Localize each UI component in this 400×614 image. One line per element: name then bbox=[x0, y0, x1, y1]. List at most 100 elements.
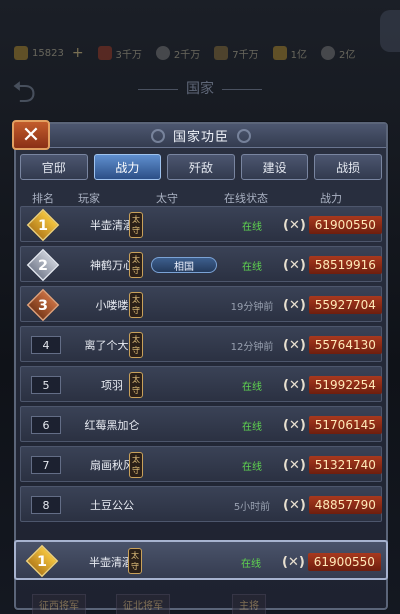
column-player: 玩家 bbox=[78, 192, 100, 205]
column-status: 在线状态 bbox=[224, 192, 268, 205]
resource-coin: 2千万 bbox=[155, 46, 200, 61]
online-status: 19分钟前 bbox=[230, 302, 274, 313]
power-number: 61900550 bbox=[308, 216, 382, 234]
resource-horse: 1亿 bbox=[272, 46, 307, 61]
resource-bar: 15823 + 3千万 2千万 7千万 1亿 2亿 bbox=[0, 40, 400, 66]
table-row[interactable]: 6 红莓黑加仑 在线 (✕) 51706145 bbox=[20, 406, 382, 442]
online-status: 在线 bbox=[242, 462, 262, 473]
rank-number: 5 bbox=[31, 376, 61, 394]
crossed-swords-icon: (✕) bbox=[283, 257, 306, 273]
power-value: (✕) 55927704 bbox=[283, 293, 382, 317]
player-name[interactable]: 红莓黑加仑 bbox=[71, 417, 153, 433]
power-value: (✕) 61900550 bbox=[282, 550, 382, 574]
taishou-badge: 太守 bbox=[129, 252, 143, 278]
taishou-badge: 太守 bbox=[129, 452, 143, 478]
crossed-swords-icon: (✕) bbox=[282, 554, 305, 570]
stone-icon bbox=[321, 46, 336, 60]
page-title: 国家 bbox=[0, 78, 400, 98]
bottom-button[interactable]: 主将 bbox=[232, 594, 266, 614]
player-name[interactable]: 土豆公公 bbox=[71, 497, 153, 513]
resource-stone: 2亿 bbox=[321, 46, 355, 61]
online-status: 在线 bbox=[241, 559, 261, 570]
power-value: (✕) 55764130 bbox=[283, 333, 382, 357]
taishou-badge: 太守 bbox=[128, 548, 142, 574]
tab-power[interactable]: 战力 bbox=[93, 154, 162, 180]
bottom-button[interactable]: 征西将军 bbox=[32, 594, 86, 614]
crossed-swords-icon: (✕) bbox=[283, 417, 306, 433]
power-number: 51706145 bbox=[308, 416, 382, 434]
tab-bar: 官邸 战力 歼敌 建设 战损 bbox=[20, 154, 382, 180]
table-row[interactable]: 5 项羽 太守 在线 (✕) 51992254 bbox=[20, 366, 382, 402]
close-button[interactable]: ✕ bbox=[12, 120, 50, 150]
crossed-swords-icon: (✕) bbox=[283, 457, 306, 473]
table-row[interactable]: 2 神鹤万心 太守 相国 在线 (✕) 58519916 bbox=[20, 246, 382, 282]
power-value: (✕) 51321740 bbox=[283, 453, 382, 477]
power-number: 58519916 bbox=[308, 256, 382, 274]
rank-badge-silver: 2 bbox=[26, 248, 60, 282]
add-resource-icon[interactable]: + bbox=[72, 45, 84, 61]
crossed-swords-icon: (✕) bbox=[283, 297, 306, 313]
online-status: 在线 bbox=[242, 422, 262, 433]
power-number: 55927704 bbox=[308, 296, 382, 314]
resource-wood: 7千万 bbox=[214, 46, 259, 61]
my-ranking-row: 1 半壶清酒 太守 在线 (✕) 61900550 bbox=[14, 540, 388, 580]
power-number: 51992254 bbox=[308, 376, 382, 394]
rank-badge-gold: 1 bbox=[26, 208, 60, 242]
power-value: (✕) 48857790 bbox=[283, 493, 382, 517]
table-row[interactable]: 1 半壶清酒 太守 在线 (✕) 61900550 bbox=[20, 206, 382, 242]
food-icon bbox=[14, 46, 28, 60]
crossed-swords-icon: (✕) bbox=[283, 377, 306, 393]
tab-residence[interactable]: 官邸 bbox=[20, 154, 88, 180]
online-status: 5小时前 bbox=[233, 502, 271, 513]
power-value: (✕) 51706145 bbox=[283, 413, 382, 437]
taishou-badge: 太守 bbox=[129, 372, 143, 398]
wood-icon bbox=[214, 46, 229, 60]
panel-title: 国家功臣 bbox=[172, 130, 229, 145]
background-bottom-buttons: 征西将军 征北将军 主将 bbox=[0, 592, 400, 614]
crossed-swords-icon: (✕) bbox=[283, 497, 306, 513]
power-value: (✕) 61900550 bbox=[283, 213, 382, 237]
resource-food: 15823 bbox=[14, 46, 64, 60]
horse-icon bbox=[272, 46, 287, 60]
online-status: 在线 bbox=[242, 262, 262, 273]
tab-construction[interactable]: 建设 bbox=[240, 154, 309, 180]
taishou-badge: 太守 bbox=[129, 292, 143, 318]
table-row[interactable]: 8 土豆公公 5小时前 (✕) 48857790 bbox=[20, 486, 382, 522]
table-row[interactable]: 3 小喽喽 太守 19分钟前 (✕) 55927704 bbox=[20, 286, 382, 322]
rank-badge-bronze: 3 bbox=[26, 288, 60, 322]
title-badge: 相国 bbox=[151, 257, 217, 273]
power-number: 61900550 bbox=[307, 553, 381, 571]
column-headers: 排名 玩家 太守 在线状态 战力 bbox=[20, 188, 382, 206]
bottom-button[interactable]: 征北将军 bbox=[116, 594, 170, 614]
shield-icon bbox=[97, 46, 112, 60]
ranking-list: 1 半壶清酒 太守 在线 (✕) 61900550 2 神鹤万心 太守 相国 在线 (✕) 585199… bbox=[20, 206, 382, 530]
resource-shield: 3千万 bbox=[97, 46, 142, 61]
column-taishou: 太守 bbox=[156, 192, 178, 205]
taishou-badge: 太守 bbox=[129, 332, 143, 358]
crossed-swords-icon: (✕) bbox=[283, 337, 306, 353]
rank-number: 4 bbox=[31, 336, 61, 354]
crossed-swords-icon: (✕) bbox=[283, 217, 306, 233]
coin-icon bbox=[155, 46, 170, 60]
rank-number: 8 bbox=[31, 496, 61, 514]
column-rank: 排名 bbox=[32, 192, 54, 205]
rank-badge-gold: 1 bbox=[25, 544, 59, 578]
online-status: 在线 bbox=[242, 222, 262, 233]
ornament-icon bbox=[150, 128, 165, 143]
tab-losses[interactable]: 战损 bbox=[314, 154, 382, 180]
online-status: 在线 bbox=[242, 382, 262, 393]
power-value: (✕) 58519916 bbox=[283, 253, 382, 277]
table-row[interactable]: 4 离了个大谱 太守 12分钟前 (✕) 55764130 bbox=[20, 326, 382, 362]
rank-number: 6 bbox=[31, 416, 61, 434]
power-value: (✕) 51992254 bbox=[283, 373, 382, 397]
power-number: 48857790 bbox=[308, 496, 382, 514]
tab-kills[interactable]: 歼敌 bbox=[167, 154, 235, 180]
taishou-badge: 太守 bbox=[129, 212, 143, 238]
power-number: 55764130 bbox=[308, 336, 382, 354]
column-power: 战力 bbox=[320, 192, 342, 205]
online-status: 12分钟前 bbox=[230, 342, 274, 353]
rank-number: 7 bbox=[31, 456, 61, 474]
ornament-icon bbox=[237, 128, 251, 143]
ranking-panel: 国家功臣 ✕ 官邸 战力 歼敌 建设 战损 排名 玩家 太守 在线状态 战力 1… bbox=[12, 120, 388, 610]
table-row[interactable]: 7 扇画秋风 太守 在线 (✕) 51321740 bbox=[20, 446, 382, 482]
